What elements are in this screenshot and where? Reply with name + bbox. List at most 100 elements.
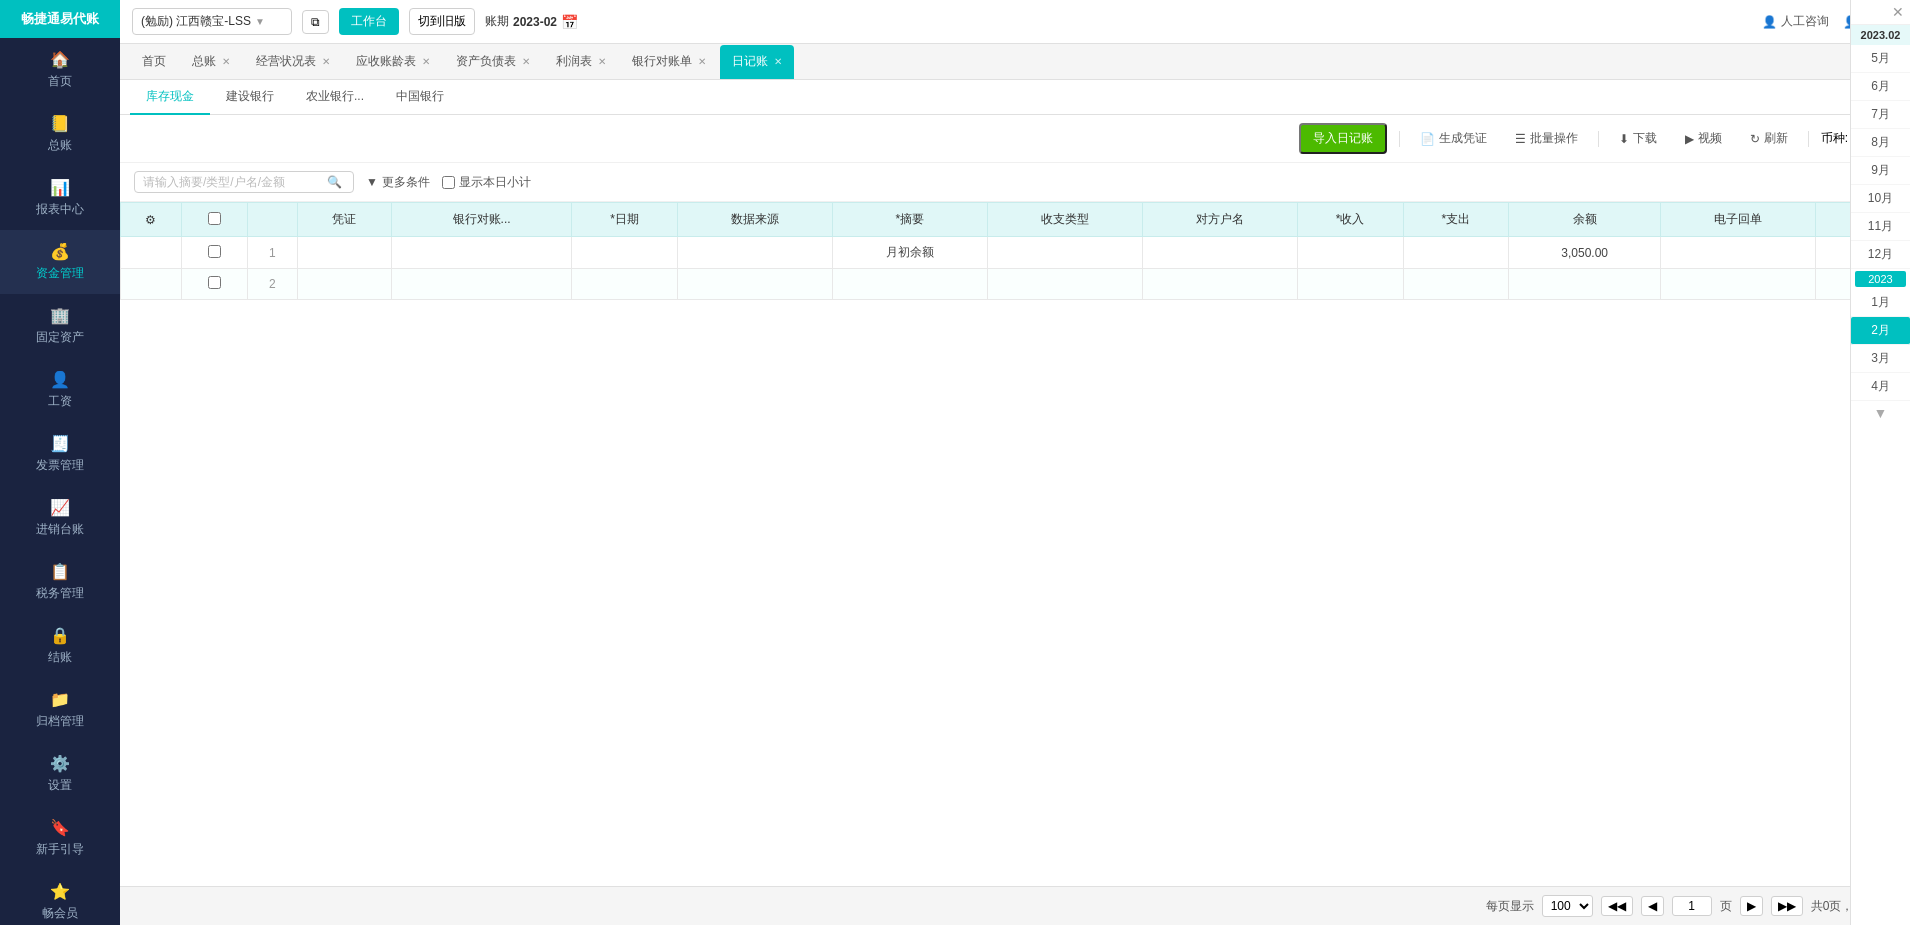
sub-tab-label-cash: 库存现金 (146, 89, 194, 103)
search-input[interactable] (143, 175, 323, 189)
sidebar-item-payroll[interactable]: 👤工资 (0, 358, 120, 422)
tab-receivable[interactable]: 应收账龄表✕ (344, 45, 442, 79)
cell-rownum: 1 (247, 237, 297, 269)
more-filter-button[interactable]: ▼ 更多条件 (366, 174, 430, 191)
cal-month-5月[interactable]: 5月 (1851, 45, 1910, 73)
sub-tab-cash[interactable]: 库存现金 (130, 80, 210, 115)
tab-assets[interactable]: 资产负债表✕ (444, 45, 542, 79)
cal-month-6月[interactable]: 6月 (1851, 73, 1910, 101)
copy-button[interactable]: ⧉ (302, 10, 329, 34)
row-checkbox[interactable] (208, 276, 221, 289)
search-icon[interactable]: 🔍 (327, 175, 342, 189)
sub-tab-construction[interactable]: 建设银行 (210, 80, 290, 115)
support-link[interactable]: 👤 人工咨询 (1762, 13, 1829, 30)
sub-tab-china[interactable]: 中国银行 (380, 80, 460, 115)
period-calendar-icon[interactable]: 📅 (561, 14, 578, 30)
row-checkbox[interactable] (208, 245, 221, 258)
cal-month-2023-2月[interactable]: 2月 (1851, 317, 1910, 345)
batch-operation-button[interactable]: ☰ 批量操作 (1507, 126, 1586, 151)
sidebar-item-archive[interactable]: 📁归档管理 (0, 678, 120, 742)
tab-bizstatus[interactable]: 经营状况表✕ (244, 45, 342, 79)
generate-icon: 📄 (1420, 132, 1435, 146)
show-today-checkbox[interactable] (442, 176, 455, 189)
cal-month-8月[interactable]: 8月 (1851, 129, 1910, 157)
switch-old-version-button[interactable]: 切到旧版 (409, 8, 475, 35)
last-page-button[interactable]: ▶▶ (1771, 896, 1803, 916)
tab-close-ledger[interactable]: ✕ (222, 56, 230, 67)
sidebar-item-vip[interactable]: ⭐ 畅会员 (0, 870, 120, 925)
tab-label-diary: 日记账 (732, 53, 768, 70)
tab-close-bizstatus[interactable]: ✕ (322, 56, 330, 67)
workbench-button[interactable]: 工作台 (339, 8, 399, 35)
sidebar-item-ledger[interactable]: 📒总账 (0, 102, 120, 166)
cal-month-12月[interactable]: 12月 (1851, 241, 1910, 269)
sidebar-item-sales[interactable]: 📈进销台账 (0, 486, 120, 550)
prev-page-button[interactable]: ◀ (1641, 896, 1664, 916)
calendar-year-badge: 2023 (1855, 271, 1906, 287)
download-button[interactable]: ⬇ 下载 (1611, 126, 1665, 151)
video-button[interactable]: ▶ 视频 (1677, 126, 1730, 151)
sub-tab-agriculture[interactable]: 农业银行... (290, 80, 380, 115)
cal-month-2023-1月[interactable]: 1月 (1851, 289, 1910, 317)
sidebar-item-tax[interactable]: 📋税务管理 (0, 550, 120, 614)
sidebar-label-vip: 畅会员 (42, 905, 78, 922)
content-area: 库存现金 建设银行农业银行...中国银行 导入日记账 📄 生成凭证 ☰ 批量操作 … (120, 80, 1910, 925)
tab-ledger[interactable]: 总账✕ (180, 45, 242, 79)
cell-summary: 月初余额 (832, 237, 987, 269)
calendar-year-label-2023-top[interactable]: 2023.02 (1851, 25, 1910, 45)
cal-month-10月[interactable]: 10月 (1851, 185, 1910, 213)
cell-income_type (987, 237, 1142, 269)
cell-e_statement (1661, 269, 1816, 300)
app-logo: 畅捷通易代账 (0, 0, 120, 38)
period-display: 账期 2023-02 📅 (485, 13, 578, 30)
current-page-input[interactable] (1672, 896, 1712, 916)
cell-date (572, 237, 678, 269)
company-selector[interactable]: (勉励) 江西赣宝-LSS ▼ (132, 8, 292, 35)
cal-month-2023-3月[interactable]: 3月 (1851, 345, 1910, 373)
sidebar-item-closing[interactable]: 🔒结账 (0, 614, 120, 678)
tab-close-bankreconcile[interactable]: ✕ (698, 56, 706, 67)
calendar-scroll-down[interactable]: ▼ (1851, 401, 1910, 425)
settings-icon[interactable]: ⚙ (145, 213, 156, 227)
cell-balance: 3,050.00 (1509, 237, 1661, 269)
cell-income (1297, 269, 1403, 300)
vip-icon: ⭐ (50, 882, 70, 901)
first-page-button[interactable]: ◀◀ (1601, 896, 1633, 916)
cal-month-7月[interactable]: 7月 (1851, 101, 1910, 129)
col-income_type: 收支类型 (987, 203, 1142, 237)
page-size-select[interactable]: 50100200 (1542, 895, 1593, 917)
tab-close-receivable[interactable]: ✕ (422, 56, 430, 67)
tab-profit[interactable]: 利润表✕ (544, 45, 618, 79)
total-pages-label: 页 (1720, 898, 1732, 915)
calendar-close-button[interactable]: ✕ (1851, 0, 1910, 25)
tab-label-home: 首页 (142, 53, 166, 70)
tab-bankreconcile[interactable]: 银行对账单✕ (620, 45, 718, 79)
import-diary-button[interactable]: 导入日记账 (1299, 123, 1387, 154)
cell-checkbox (181, 269, 247, 300)
tab-diary[interactable]: 日记账 ✕ (720, 45, 794, 79)
refresh-button[interactable]: ↻ 刷新 (1742, 126, 1796, 151)
generate-voucher-button[interactable]: 📄 生成凭证 (1412, 126, 1495, 151)
sidebar-item-settings[interactable]: ⚙️设置 (0, 742, 120, 806)
toolbar: 导入日记账 📄 生成凭证 ☰ 批量操作 ⬇ 下载 ▶ 视频 ↻ 刷新 (120, 115, 1910, 163)
sidebar-item-reports[interactable]: 📊报表中心 (0, 166, 120, 230)
next-page-button[interactable]: ▶ (1740, 896, 1763, 916)
cell-bank_account (391, 237, 571, 269)
tab-close-profit[interactable]: ✕ (598, 56, 606, 67)
cal-month-9月[interactable]: 9月 (1851, 157, 1910, 185)
tab-close-diary[interactable]: ✕ (774, 56, 782, 67)
tab-bar: 首页总账✕经营状况表✕应收账龄表✕资产负债表✕利润表✕银行对账单✕ 日记账 ✕ (120, 44, 1910, 80)
sidebar-item-funds[interactable]: 💰资金管理 (0, 230, 120, 294)
select-all-checkbox[interactable] (208, 212, 221, 225)
tab-close-assets[interactable]: ✕ (522, 56, 530, 67)
sidebar-item-home[interactable]: 🏠首页 (0, 38, 120, 102)
show-today-checkbox-label[interactable]: 显示本日小计 (442, 174, 531, 191)
tab-home[interactable]: 首页 (130, 45, 178, 79)
sidebar-item-invoices[interactable]: 🧾发票管理 (0, 422, 120, 486)
col-expense: *支出 (1403, 203, 1509, 237)
cal-month-11月[interactable]: 11月 (1851, 213, 1910, 241)
sidebar-label-settings: 设置 (48, 777, 72, 794)
cal-month-2023-4月[interactable]: 4月 (1851, 373, 1910, 401)
sidebar-item-assets[interactable]: 🏢固定资产 (0, 294, 120, 358)
sidebar-item-newguide[interactable]: 🔖新手引导 (0, 806, 120, 870)
